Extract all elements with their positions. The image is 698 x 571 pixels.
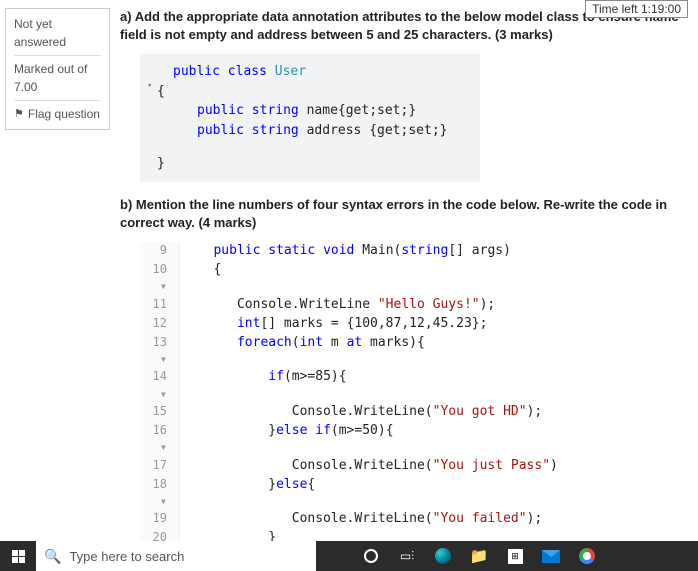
file-explorer-icon[interactable]: 📁 <box>464 541 494 571</box>
code-block-b: 9 public static void Main(string[] args)… <box>140 242 650 541</box>
code-block-a: ▾ public class User { public string name… <box>140 54 480 182</box>
code-row: 20 } <box>140 529 650 541</box>
line-number: 20 <box>140 529 180 541</box>
line-number: 17 <box>140 457 180 476</box>
code-row: 13 ▾ foreach(int m at marks){ <box>140 334 650 369</box>
flag-question-link[interactable]: ⚑ Flag question <box>14 105 101 123</box>
line-number: 13 ▾ <box>140 334 180 369</box>
code-line: public string address {get;set;} <box>173 121 470 141</box>
line-number: 14 ▾ <box>140 368 180 403</box>
line-number: 10 ▾ <box>140 261 180 296</box>
flag-label: Flag question <box>28 105 100 123</box>
flag-icon: ⚑ <box>14 106 24 123</box>
chrome-icon[interactable] <box>572 541 602 571</box>
divider <box>14 55 101 56</box>
question-sidebar: Not yet answered Marked out of 7.00 ⚑ Fl… <box>0 0 115 541</box>
edge-icon[interactable] <box>428 541 458 571</box>
status-text-2: answered <box>14 33 101 51</box>
code-line: public string name{get;set;} <box>173 101 470 121</box>
code-line: public class User <box>173 62 470 82</box>
question-content: a) Add the appropriate data annotation a… <box>115 0 698 541</box>
store-icon[interactable]: ⊞ <box>500 541 530 571</box>
taskbar-icons: ▭⫶ 📁 ⊞ <box>356 541 602 571</box>
code-row: 19 Console.WriteLine("You failed"); <box>140 510 650 529</box>
code-row: 12 int[] marks = {100,87,12,45.23}; <box>140 315 650 334</box>
line-number: 11 <box>140 296 180 315</box>
search-placeholder: Type here to search <box>69 549 184 564</box>
part-b-prompt: b) Mention the line numbers of four synt… <box>120 196 688 232</box>
code-row: 14 ▾ if(m>=85){ <box>140 368 650 403</box>
search-icon: 🔍 <box>44 548 61 565</box>
fold-icon[interactable]: ▾ <box>147 80 152 94</box>
line-number: 16 ▾ <box>140 422 180 457</box>
line-number: 18 ▾ <box>140 476 180 511</box>
code-row: 10 ▾ { <box>140 261 650 296</box>
windows-icon <box>12 550 25 563</box>
line-number: 12 <box>140 315 180 334</box>
mail-icon[interactable] <box>536 541 566 571</box>
status-text-1: Not yet <box>14 15 101 33</box>
code-line: { <box>157 82 470 102</box>
start-button[interactable] <box>0 541 36 571</box>
line-number: 9 <box>140 242 180 261</box>
divider <box>14 100 101 101</box>
main-container: Not yet answered Marked out of 7.00 ⚑ Fl… <box>0 0 698 541</box>
status-block: Not yet answered Marked out of 7.00 ⚑ Fl… <box>5 8 110 130</box>
marked-text-2: 7.00 <box>14 78 101 96</box>
code-row: 18 ▾ }else{ <box>140 476 650 511</box>
code-row: 16 ▾ }else if(m>=50){ <box>140 422 650 457</box>
line-number: 15 <box>140 403 180 422</box>
code-line: } <box>157 154 470 174</box>
time-left-badge: Time left 1:19:00 <box>585 0 688 18</box>
taskbar: 🔍 Type here to search ▭⫶ 📁 ⊞ <box>0 541 698 571</box>
line-number: 19 <box>140 510 180 529</box>
marked-text-1: Marked out of <box>14 60 101 78</box>
task-view-icon[interactable]: ▭⫶ <box>392 541 422 571</box>
code-row: 15 Console.WriteLine("You got HD"); <box>140 403 650 422</box>
cortana-icon[interactable] <box>356 541 386 571</box>
code-row: 9 public static void Main(string[] args) <box>140 242 650 261</box>
search-box[interactable]: 🔍 Type here to search <box>36 541 316 571</box>
code-row: 11 Console.WriteLine "Hello Guys!"); <box>140 296 650 315</box>
code-row: 17 Console.WriteLine("You just Pass") <box>140 457 650 476</box>
